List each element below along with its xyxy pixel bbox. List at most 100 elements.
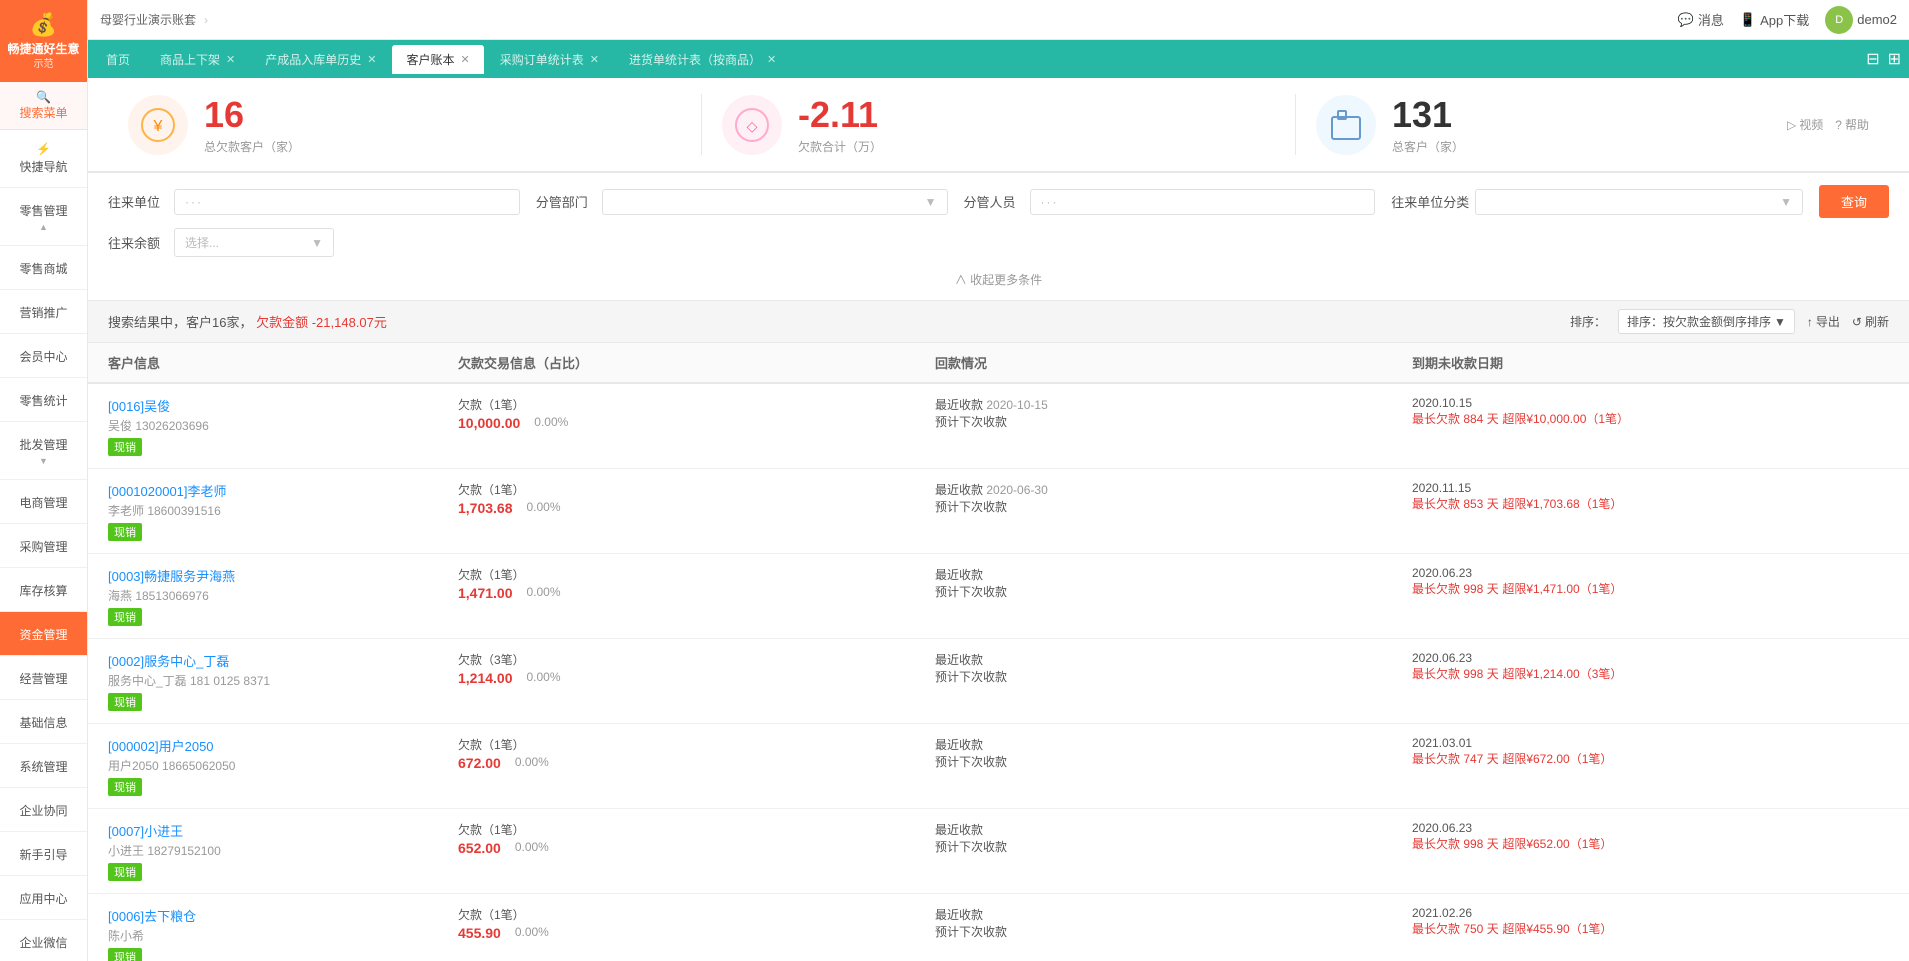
sidebar-item-finance[interactable]: 资金管理 — [0, 612, 87, 656]
customer-phone: 李老师 18600391516 — [108, 502, 458, 519]
avatar: D — [1825, 6, 1853, 34]
close-icon[interactable]: ✕ — [367, 53, 376, 66]
video-btn[interactable]: ▷ 视频 — [1787, 116, 1823, 133]
customer-cell: [000002]用户2050 用户2050 18665062050 现销 — [108, 736, 458, 796]
filter-row-2: 往来余额 选择... ▼ — [108, 228, 1889, 257]
sidebar-item-operation[interactable]: 经营管理 — [0, 656, 87, 700]
sidebar-item-basic-info[interactable]: 基础信息 — [0, 700, 87, 744]
close-icon[interactable]: ✕ — [226, 53, 235, 66]
total-customers-icon — [1316, 95, 1376, 155]
filter-department: 分管部门 ▼ — [536, 189, 948, 215]
customer-name-link[interactable]: [0007]小进王 — [108, 824, 183, 839]
debt-amount: 10,000.00 — [458, 415, 520, 431]
last-collect-date: 2020-10-15 — [986, 398, 1047, 412]
sidebar-item-app-center[interactable]: 应用中心 — [0, 876, 87, 920]
customer-name-link[interactable]: [0001020001]李老师 — [108, 484, 227, 499]
sidebar-item-retail-stats[interactable]: 零售统计 — [0, 378, 87, 422]
sidebar-item-member[interactable]: 会员中心 — [0, 334, 87, 378]
chevron-down-icon: ▼ — [311, 236, 323, 250]
sidebar-item-nav[interactable]: ⚡ 快捷导航 — [0, 130, 87, 188]
sidebar: 💰 畅捷通好生意 示范 🔍 搜索菜单 ⚡ 快捷导航 零售管理 ▲ 零售商城 营销… — [0, 0, 88, 961]
customer-badge: 现销 — [108, 863, 142, 881]
query-button[interactable]: 查询 — [1819, 185, 1889, 218]
due-cell: 2021.03.01 最长欠款 747 天 超限¥672.00（1笔） — [1412, 736, 1889, 767]
video-label: 视频 — [1799, 116, 1823, 133]
sort-select[interactable]: 排序：按欠款金额倒序排序 ▼ — [1618, 309, 1795, 334]
customer-name-link[interactable]: [0003]畅捷服务尹海燕 — [108, 569, 235, 584]
help-btn[interactable]: ? 帮助 — [1835, 116, 1869, 133]
customer-name-link[interactable]: [0006]去下粮仓 — [108, 909, 196, 924]
sidebar-item-system[interactable]: 系统管理 — [0, 744, 87, 788]
message-btn[interactable]: 💬 消息 — [1678, 10, 1724, 29]
sidebar-item-enterprise[interactable]: 企业协同 — [0, 788, 87, 832]
overdue-tag[interactable]: 超限¥652.00（1笔） — [1502, 837, 1612, 851]
customer-badge: 现销 — [108, 523, 142, 541]
due-date: 2020.10.15 — [1412, 396, 1889, 410]
sidebar-item-retail-store[interactable]: 零售商城 — [0, 246, 87, 290]
tab-maximize-icon[interactable]: ⊞ — [1888, 49, 1901, 69]
sidebar-item-guide[interactable]: 新手引导 — [0, 832, 87, 876]
app-download-btn[interactable]: 📱 App下载 — [1740, 10, 1809, 29]
message-label: 消息 — [1698, 10, 1724, 29]
last-collect-label: 最近收款 — [935, 398, 983, 412]
unit-category-select[interactable]: ▼ — [1475, 189, 1803, 215]
overdue-tag[interactable]: 超限¥1,703.68（1笔） — [1502, 497, 1622, 511]
debt-cell: 欠款（1笔） 455.90 0.00% — [458, 906, 935, 941]
tab-minimize-icon[interactable]: ⊟ — [1866, 49, 1879, 69]
tab-stock-stats[interactable]: 进货单统计表（按商品） ✕ — [615, 45, 790, 74]
overdue-tag[interactable]: 超限¥10,000.00（1笔） — [1502, 412, 1629, 426]
tab-customer-account[interactable]: 客户账本 ✕ — [392, 45, 483, 74]
from-unit-input[interactable]: ··· — [174, 189, 520, 215]
overdue-tag[interactable]: 超限¥1,214.00（3笔） — [1502, 667, 1622, 681]
col-debt: 欠款交易信息（占比） — [458, 353, 935, 372]
customer-name-link[interactable]: [0016]吴俊 — [108, 399, 170, 414]
filter-row-1: 往来单位 ··· 分管部门 ▼ 分管人员 ··· — [108, 185, 1889, 218]
sidebar-item-inventory[interactable]: 库存核算 — [0, 568, 87, 612]
overdue-tag[interactable]: 超限¥455.90（1笔） — [1502, 922, 1612, 936]
help-icon: ? — [1835, 118, 1842, 132]
unit-category-label: 往来单位分类 — [1391, 192, 1469, 211]
customer-name-link[interactable]: [0002]服务中心_丁磊 — [108, 654, 229, 669]
balance-select[interactable]: 选择... ▼ — [174, 228, 334, 257]
tab-product-history[interactable]: 产成品入库单历史 ✕ — [251, 45, 390, 74]
department-select[interactable]: ▼ — [602, 189, 948, 215]
card-actions: ▷ 视频 ? 帮助 — [1787, 116, 1869, 133]
table-row: [0016]吴俊 吴俊 13026203696 现销 欠款（1笔） 10,000… — [88, 384, 1909, 469]
sidebar-item-retail-mgmt[interactable]: 零售管理 ▲ — [0, 188, 87, 246]
tab-stock-stats-label: 进货单统计表（按商品） — [629, 51, 761, 68]
tab-product-shelf[interactable]: 商品上下架 ✕ — [146, 45, 249, 74]
sort-label: 排序： — [1570, 313, 1606, 330]
tab-product-history-label: 产成品入库单历史 — [265, 51, 361, 68]
customer-cell: [0016]吴俊 吴俊 13026203696 现销 — [108, 396, 458, 456]
export-btn[interactable]: ↑ 导出 — [1807, 313, 1840, 330]
due-cell: 2020.10.15 最长欠款 884 天 超限¥10,000.00（1笔） — [1412, 396, 1889, 427]
overdue-tag[interactable]: 超限¥1,471.00（1笔） — [1502, 582, 1622, 596]
user-menu[interactable]: D demo2 — [1825, 6, 1897, 34]
close-icon[interactable]: ✕ — [767, 53, 776, 66]
sidebar-item-purchase[interactable]: 采购管理 — [0, 524, 87, 568]
close-icon[interactable]: ✕ — [590, 53, 599, 66]
debt-count: 欠款（1笔） — [458, 481, 525, 498]
due-cell: 2020.06.23 最长欠款 998 天 超限¥1,471.00（1笔） — [1412, 566, 1889, 597]
collapse-btn[interactable]: ∧ 收起更多条件 — [108, 267, 1889, 292]
refresh-btn[interactable]: ↺ 刷新 — [1852, 313, 1889, 330]
debt-cell: 欠款（1笔） 672.00 0.00% — [458, 736, 935, 771]
tab-purchase-order[interactable]: 采购订单统计表 ✕ — [486, 45, 613, 74]
results-actions: 排序： 排序：按欠款金额倒序排序 ▼ ↑ 导出 ↺ 刷新 — [1570, 309, 1889, 334]
customer-badge: 现销 — [108, 693, 142, 711]
customer-badge: 现销 — [108, 608, 142, 626]
sidebar-nav: ⚡ 快捷导航 零售管理 ▲ 零售商城 营销推广 会员中心 零售统计 批发管理 ▼ — [0, 130, 87, 961]
person-input[interactable]: ··· — [1030, 189, 1376, 215]
sidebar-item-batch-mgmt[interactable]: 批发管理 ▼ — [0, 422, 87, 480]
tab-home-label: 首页 — [106, 51, 130, 68]
customer-name-link[interactable]: [000002]用户2050 — [108, 739, 214, 754]
sidebar-item-marketing[interactable]: 营销推广 — [0, 290, 87, 334]
close-icon[interactable]: ✕ — [461, 53, 470, 66]
tab-home[interactable]: 首页 — [92, 45, 144, 74]
breadcrumb-text: 母婴行业演示账套 — [100, 11, 196, 28]
overdue-days: 最长欠款 884 天 — [1412, 412, 1499, 426]
sidebar-item-wechat[interactable]: 企业微信 — [0, 920, 87, 961]
sidebar-item-ecommerce[interactable]: 电商管理 — [0, 480, 87, 524]
overdue-tag[interactable]: 超限¥672.00（1笔） — [1502, 752, 1612, 766]
sidebar-search[interactable]: 🔍 搜索菜单 — [0, 82, 87, 130]
